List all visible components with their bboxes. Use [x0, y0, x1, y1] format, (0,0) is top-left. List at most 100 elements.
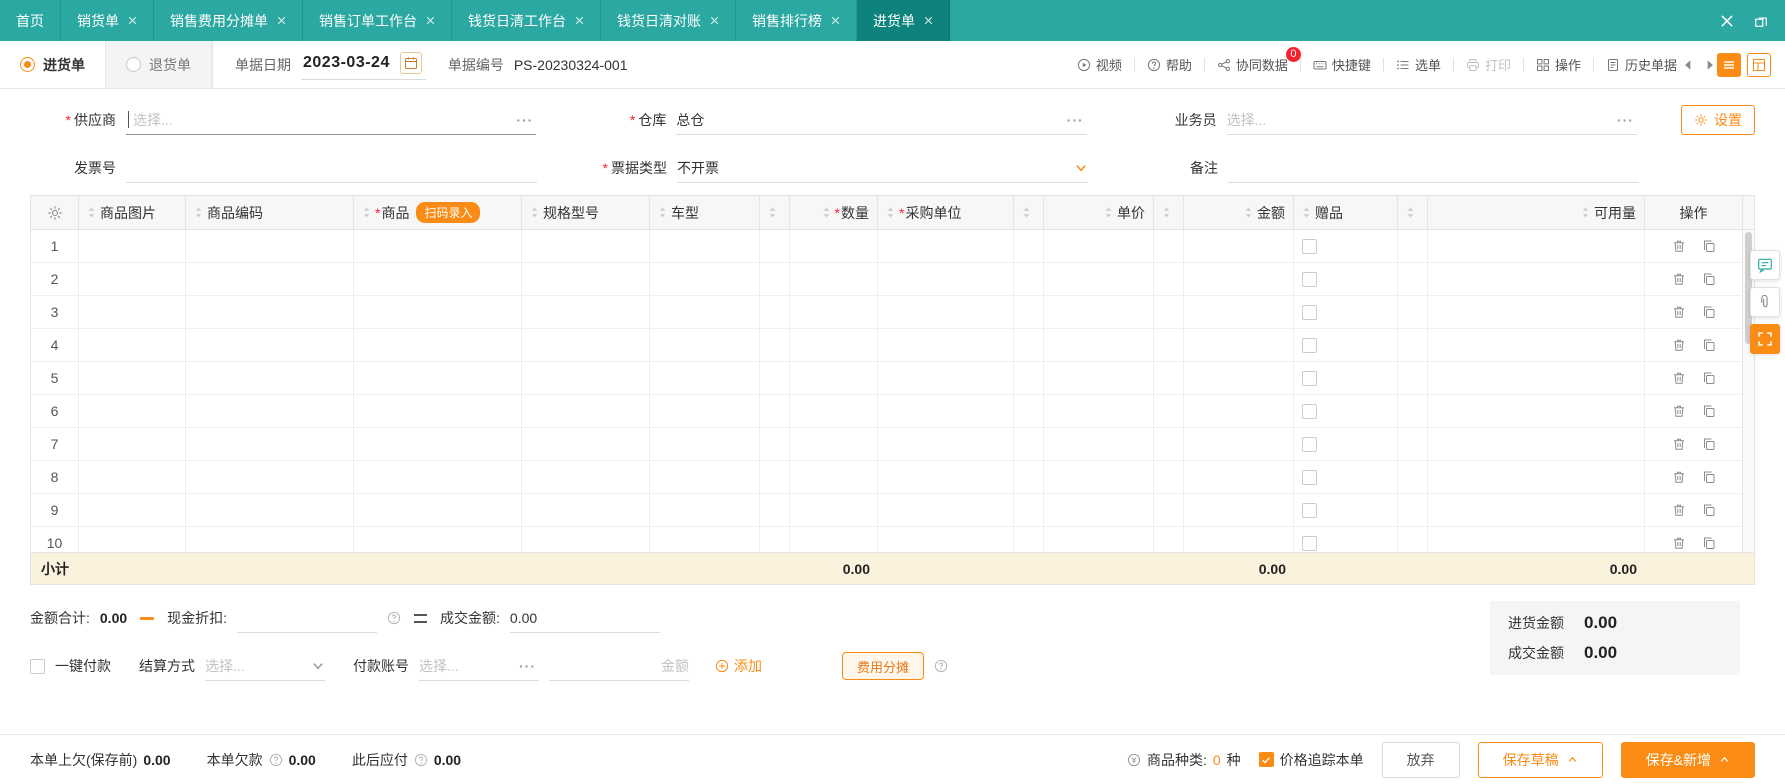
attachment-icon[interactable] [1750, 287, 1780, 317]
cell-amount[interactable] [1184, 362, 1294, 394]
copy-row-icon[interactable] [1702, 470, 1716, 484]
fee-help-icon[interactable] [934, 659, 948, 673]
cell-spec[interactable] [522, 395, 650, 427]
add-payment-button[interactable]: 添加 [715, 656, 762, 676]
col-header-qty[interactable]: 数量 [790, 196, 878, 229]
cell-price[interactable] [1044, 494, 1154, 526]
cell-amount[interactable] [1184, 428, 1294, 460]
cell-spec[interactable] [522, 461, 650, 493]
delete-row-icon[interactable] [1672, 272, 1686, 286]
cell-unit[interactable] [878, 296, 1014, 328]
cell-product[interactable] [354, 329, 522, 361]
order-debt-help-icon[interactable] [269, 753, 283, 767]
doc-date-field[interactable]: 2023-03-24 [301, 49, 426, 80]
cell-qty[interactable] [790, 263, 878, 295]
cell-available[interactable] [1428, 461, 1645, 493]
cash-discount-input[interactable] [237, 609, 378, 626]
cell-spec[interactable] [522, 494, 650, 526]
cell-code[interactable] [186, 329, 354, 361]
doc-date-value[interactable]: 2023-03-24 [303, 54, 390, 72]
salesman-input[interactable] [1226, 111, 1610, 128]
cell-model[interactable] [650, 527, 760, 552]
cell-unit[interactable] [878, 428, 1014, 460]
gift-checkbox[interactable] [1302, 238, 1317, 254]
cell-model[interactable] [650, 230, 760, 262]
toolbar-action-collab[interactable]: 协同数据 0 [1217, 47, 1301, 74]
toolbar-action-video[interactable]: 视频 [1077, 55, 1122, 74]
cell-model[interactable] [650, 296, 760, 328]
cell-unit[interactable] [878, 461, 1014, 493]
cell-unit[interactable] [878, 395, 1014, 427]
gift-checkbox[interactable] [1302, 403, 1317, 419]
salesman-picker-icon[interactable]: ··· [1614, 112, 1637, 128]
cell-product[interactable] [354, 263, 522, 295]
cell-unit[interactable] [878, 263, 1014, 295]
delete-row-icon[interactable] [1672, 371, 1686, 385]
fullscreen-expand-icon[interactable] [1750, 324, 1780, 354]
gift-checkbox[interactable] [1302, 502, 1317, 518]
cell-image[interactable] [79, 362, 186, 394]
cell-code[interactable] [186, 362, 354, 394]
cell-available[interactable] [1428, 263, 1645, 295]
toolbar-action-pick[interactable]: 选单 [1396, 55, 1441, 74]
fee-share-button[interactable]: 费用分摊 [842, 652, 925, 680]
cell-spec[interactable] [522, 296, 650, 328]
gift-checkbox[interactable] [1302, 469, 1317, 485]
cell-unit[interactable] [878, 329, 1014, 361]
cell-spec[interactable] [522, 527, 650, 552]
delete-row-icon[interactable] [1672, 437, 1686, 451]
scan-input-button[interactable]: 扫码录入 [416, 202, 481, 223]
gift-checkbox[interactable] [1302, 535, 1317, 551]
table-settings-icon[interactable] [31, 196, 79, 229]
cell-amount[interactable] [1184, 527, 1294, 552]
warehouse-input[interactable] [676, 111, 1060, 128]
col-header-amount[interactable]: 金额 [1184, 196, 1294, 229]
cell-amount[interactable] [1184, 395, 1294, 427]
cell-price[interactable] [1044, 428, 1154, 460]
cell-qty[interactable] [790, 395, 878, 427]
cell-code[interactable] [186, 230, 354, 262]
cell-qty[interactable] [790, 230, 878, 262]
cell-product[interactable] [354, 296, 522, 328]
delete-row-icon[interactable] [1672, 503, 1686, 517]
cell-product[interactable] [354, 395, 522, 427]
cell-unit[interactable] [878, 230, 1014, 262]
tab-close-icon[interactable] [710, 16, 719, 25]
cell-code[interactable] [186, 395, 354, 427]
col-header-model[interactable]: 车型 [650, 196, 760, 229]
settle-method-select[interactable] [205, 651, 325, 681]
cell-qty[interactable] [790, 362, 878, 394]
toolbar-action-print[interactable]: 打印 [1466, 55, 1511, 74]
cell-price[interactable] [1044, 230, 1154, 262]
cell-spec[interactable] [522, 362, 650, 394]
copy-row-icon[interactable] [1702, 338, 1716, 352]
cell-available[interactable] [1428, 296, 1645, 328]
cell-image[interactable] [79, 395, 186, 427]
copy-row-icon[interactable] [1702, 272, 1716, 286]
gift-checkbox[interactable] [1302, 370, 1317, 386]
gift-checkbox[interactable] [1302, 337, 1317, 353]
copy-row-icon[interactable] [1702, 536, 1716, 550]
cell-available[interactable] [1428, 527, 1645, 552]
tab-close-icon[interactable] [128, 16, 137, 25]
cell-image[interactable] [79, 461, 186, 493]
quick-pay-checkbox[interactable] [30, 658, 45, 674]
pay-account-picker-icon[interactable]: ··· [516, 658, 539, 674]
cell-available[interactable] [1428, 428, 1645, 460]
copy-row-icon[interactable] [1702, 371, 1716, 385]
cell-price[interactable] [1044, 329, 1154, 361]
cell-code[interactable] [186, 263, 354, 295]
cell-product[interactable] [354, 362, 522, 394]
scroll-right-icon[interactable] [1703, 58, 1717, 72]
pay-account-select[interactable]: ··· [419, 651, 539, 681]
cell-product[interactable] [354, 461, 522, 493]
main-tab-1[interactable]: 销货单 [61, 0, 154, 41]
deal-amount-input[interactable] [509, 609, 660, 626]
cell-qty[interactable] [790, 527, 878, 552]
supplier-picker-icon[interactable]: ··· [513, 112, 536, 128]
cell-available[interactable] [1428, 494, 1645, 526]
col-header-code[interactable]: 商品编码 [186, 196, 354, 229]
warehouse-picker-icon[interactable]: ··· [1064, 112, 1087, 128]
cell-qty[interactable] [790, 428, 878, 460]
cell-unit[interactable] [878, 494, 1014, 526]
